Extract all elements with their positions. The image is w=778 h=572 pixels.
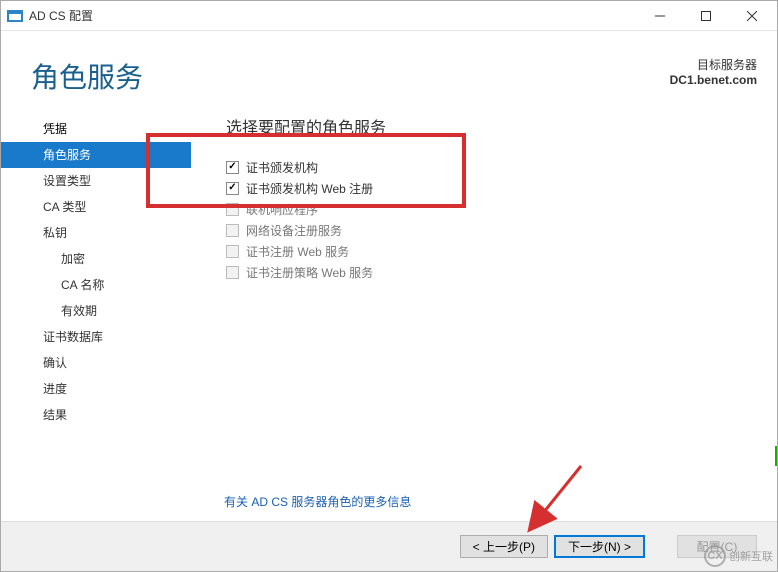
- nav-item-cert-db[interactable]: 证书数据库: [1, 324, 191, 350]
- checkbox-label-ca: 证书颁发机构: [246, 159, 318, 176]
- nav-item-setup-type[interactable]: 设置类型: [1, 168, 191, 194]
- right-edge-accent: [775, 446, 777, 466]
- window-title: AD CS 配置: [29, 7, 637, 24]
- nav-item-results[interactable]: 结果: [1, 402, 191, 428]
- checkbox-label-ndes: 网络设备注册服务: [246, 222, 342, 239]
- maximize-button[interactable]: [683, 1, 729, 31]
- button-bar: < 上一步(P) 下一步(N) > 配置(C) 取消: [1, 521, 777, 571]
- app-icon: [7, 8, 23, 24]
- target-server-value: DC1.benet.com: [670, 73, 757, 87]
- nav-item-ca-type[interactable]: CA 类型: [1, 194, 191, 220]
- checkbox-ndes: [226, 224, 239, 237]
- nav-sidebar: 凭据 角色服务 设置类型 CA 类型 私钥 加密 CA 名称 有效期 证书数据库…: [1, 114, 191, 428]
- next-button[interactable]: 下一步(N) >: [554, 535, 645, 558]
- checkbox-cep: [226, 266, 239, 279]
- nav-item-cryptography[interactable]: 加密: [1, 246, 191, 272]
- checkbox-label-ocsp: 联机响应程序: [246, 201, 318, 218]
- window-controls: [637, 1, 775, 31]
- header: 角色服务 目标服务器 DC1.benet.com: [1, 31, 777, 114]
- checkbox-row-ndes: 网络设备注册服务: [226, 221, 757, 240]
- target-server-label: 目标服务器: [670, 56, 757, 73]
- watermark-icon: CX: [704, 545, 726, 567]
- main-content: 选择要配置的角色服务 证书颁发机构 证书颁发机构 Web 注册 联机响应程序 网…: [191, 114, 777, 428]
- checkbox-row-ocsp: 联机响应程序: [226, 200, 757, 219]
- body: 凭据 角色服务 设置类型 CA 类型 私钥 加密 CA 名称 有效期 证书数据库…: [1, 114, 777, 428]
- minimize-button[interactable]: [637, 1, 683, 31]
- watermark-text: 创新互联: [729, 548, 773, 564]
- nav-item-private-key[interactable]: 私钥: [1, 220, 191, 246]
- page-title: 角色服务: [31, 56, 670, 96]
- prev-button[interactable]: < 上一步(P): [460, 535, 548, 558]
- nav-item-confirm[interactable]: 确认: [1, 350, 191, 376]
- checkbox-ces: [226, 245, 239, 258]
- checkbox-row-ces: 证书注册 Web 服务: [226, 242, 757, 261]
- checkbox-label-ces: 证书注册 Web 服务: [246, 243, 349, 260]
- target-server-block: 目标服务器 DC1.benet.com: [670, 56, 757, 96]
- title-bar: AD CS 配置: [1, 1, 777, 31]
- nav-item-ca-name[interactable]: CA 名称: [1, 272, 191, 298]
- watermark: CX 创新互联: [704, 545, 773, 567]
- minimize-icon: [655, 11, 665, 21]
- checkbox-label-ca-web: 证书颁发机构 Web 注册: [246, 180, 373, 197]
- nav-item-role-services[interactable]: 角色服务: [1, 142, 191, 168]
- checkbox-row-cep: 证书注册策略 Web 服务: [226, 263, 757, 282]
- more-info-link[interactable]: 有关 AD CS 服务器角色的更多信息: [224, 495, 411, 509]
- checkbox-row-ca: 证书颁发机构: [226, 158, 757, 177]
- close-icon: [747, 11, 757, 21]
- section-heading: 选择要配置的角色服务: [226, 114, 757, 138]
- checkbox-ca-web[interactable]: [226, 182, 239, 195]
- nav-item-progress[interactable]: 进度: [1, 376, 191, 402]
- nav-item-validity[interactable]: 有效期: [1, 298, 191, 324]
- checkbox-row-ca-web: 证书颁发机构 Web 注册: [226, 179, 757, 198]
- checkbox-ca[interactable]: [226, 161, 239, 174]
- checkbox-ocsp: [226, 203, 239, 216]
- checkbox-label-cep: 证书注册策略 Web 服务: [246, 264, 373, 281]
- maximize-icon: [701, 11, 711, 21]
- nav-item-credentials[interactable]: 凭据: [1, 116, 191, 142]
- close-button[interactable]: [729, 1, 775, 31]
- more-info-row: 有关 AD CS 服务器角色的更多信息: [224, 493, 411, 511]
